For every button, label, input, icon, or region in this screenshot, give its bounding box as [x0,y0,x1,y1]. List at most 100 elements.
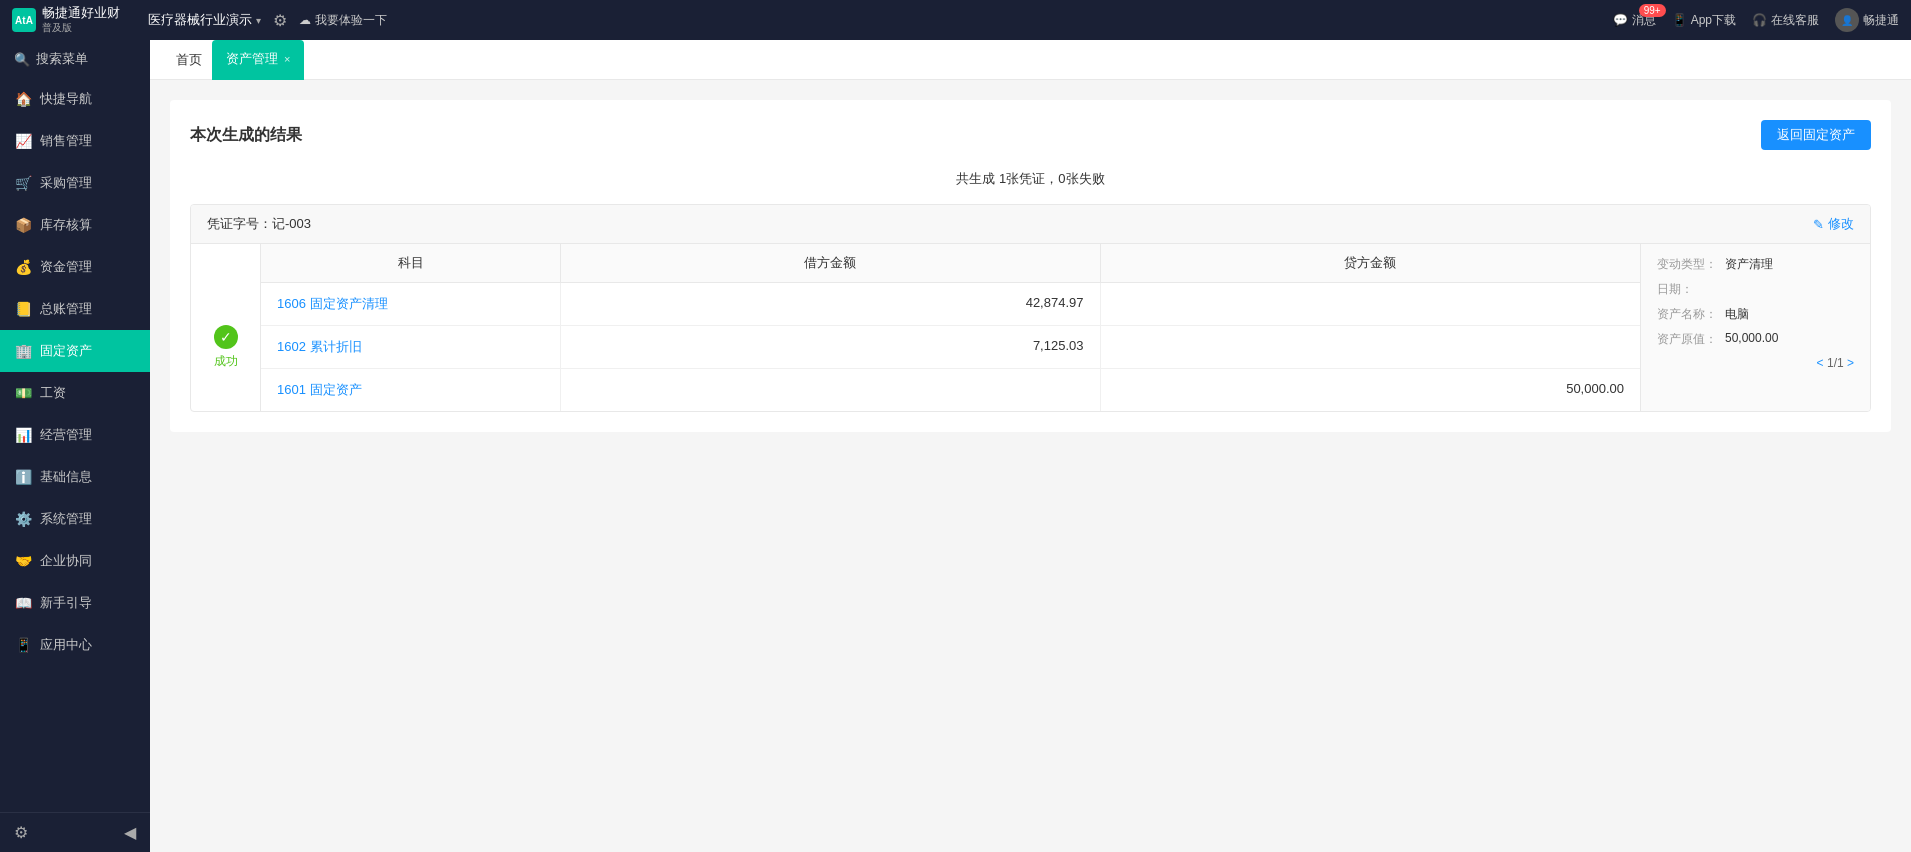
tab-active-label: 资产管理 [226,50,278,68]
sidebar-item-sales[interactable]: 📈 销售管理 [0,120,150,162]
sidebar: 🔍 搜索菜单 🏠 快捷导航 📈 销售管理 🛒 采购管理 📦 库存核算 💰 资金管… [0,40,150,852]
sidebar-item-purchase[interactable]: 🛒 采购管理 [0,162,150,204]
sidebar-item-basic-info[interactable]: ℹ️ 基础信息 [0,456,150,498]
content-area: 首页 资产管理 × 本次生成的结果 返回固定资产 共生成 1张凭证，0张失败 [150,40,1911,852]
voucher-card: 凭证字号：记-003 ✎ 修改 [190,204,1871,412]
sidebar-item-fixed-assets[interactable]: 🏢 固定资产 [0,330,150,372]
back-to-fixed-assets-button[interactable]: 返回固定资产 [1761,120,1871,150]
sidebar-footer: ⚙ ◀ [0,812,150,852]
fixed-assets-icon: 🏢 [14,342,32,360]
success-icon: ✓ [214,325,238,349]
header-right: 💬 消息 99+ 📱 App下载 🎧 在线客服 👤 畅捷通 [1613,8,1899,32]
data-rows: 1606 固定资产清理 42,874.97 1602 累计折旧 [261,283,1640,411]
edit-button[interactable]: ✎ 修改 [1813,215,1854,233]
sidebar-item-payroll[interactable]: 💵 工资 [0,372,150,414]
result-panel: 本次生成的结果 返回固定资产 共生成 1张凭证，0张失败 凭证字号：记-003 … [170,100,1891,432]
sidebar-label-fixed-assets: 固定资产 [40,342,92,360]
row2-subject[interactable]: 1602 累计折旧 [261,326,561,368]
row3-debit [561,369,1101,411]
row1-subject[interactable]: 1606 固定资产清理 [261,283,561,325]
table-header-row: 科目 借方金额 贷方金额 [191,244,1640,283]
row2-credit [1101,326,1641,368]
collapse-icon[interactable]: ◀ [124,823,136,842]
message-badge: 99+ [1639,4,1666,17]
header-left: AtA 畅捷通好业财 普及版 医疗器械行业演示 ▾ ⚙ ☁ 我要体验一下 [12,5,387,35]
ledger-icon: 📒 [14,300,32,318]
cloud-icon: ☁ [299,13,311,27]
app-name-block: 畅捷通好业财 普及版 [42,5,120,35]
home-tab-label: 首页 [176,51,202,69]
sidebar-item-operations[interactable]: 📊 经营管理 [0,414,150,456]
tab-bar: 首页 资产管理 × [150,40,1911,80]
sidebar-item-search[interactable]: 🔍 搜索菜单 [0,40,150,78]
settings-footer-icon[interactable]: ⚙ [14,823,28,842]
app-download-action[interactable]: 📱 App下载 [1672,12,1736,29]
enterprise-icon: 🤝 [14,552,32,570]
user-action[interactable]: 👤 畅捷通 [1835,8,1899,32]
tab-home[interactable]: 首页 [166,40,212,80]
purchase-icon: 🛒 [14,174,32,192]
app-name: 畅捷通好业财 [42,5,120,21]
sidebar-item-ledger[interactable]: 📒 总账管理 [0,288,150,330]
sidebar-label-system: 系统管理 [40,510,92,528]
info-change-type: 变动类型： 资产清理 [1657,256,1854,273]
headset-icon: 🎧 [1752,13,1767,27]
sidebar-label-ledger: 总账管理 [40,300,92,318]
page-info: 1/1 [1827,356,1847,370]
row3-subject-link[interactable]: 1601 固定资产 [277,382,362,397]
sidebar-label-operations: 经营管理 [40,426,92,444]
customer-service-action[interactable]: 🎧 在线客服 [1752,12,1819,29]
col-credit: 贷方金额 [1101,244,1641,282]
table-body: ✓ 成功 1606 固定资产清理 [191,283,1640,411]
sidebar-item-quick-nav[interactable]: 🏠 快捷导航 [0,78,150,120]
tab-close-icon[interactable]: × [284,53,290,65]
summary-text: 共生成 1张凭证，0张失败 [956,171,1104,186]
date-label: 日期： [1657,281,1693,298]
system-icon: ⚙️ [14,510,32,528]
download-icon: 📱 [1672,13,1687,27]
app-logo-icon: AtA [12,8,36,32]
inventory-icon: 📦 [14,216,32,234]
message-action[interactable]: 💬 消息 99+ [1613,12,1656,29]
sidebar-label-sales: 销售管理 [40,132,92,150]
pagination: < 1/1 > [1657,356,1854,370]
change-type-label: 变动类型： [1657,256,1717,273]
guide-icon: 📖 [14,594,32,612]
next-page-icon[interactable]: > [1847,356,1854,370]
info-date: 日期： [1657,281,1854,298]
status-header-spacer [191,244,261,283]
message-icon: 💬 [1613,13,1628,27]
tab-asset-management[interactable]: 资产管理 × [212,40,304,80]
sidebar-item-enterprise[interactable]: 🤝 企业协同 [0,540,150,582]
row2-subject-link[interactable]: 1602 累计折旧 [277,339,362,354]
sidebar-item-guide[interactable]: 📖 新手引导 [0,582,150,624]
sidebar-item-capital[interactable]: 💰 资金管理 [0,246,150,288]
info-asset-name: 资产名称： 电脑 [1657,306,1854,323]
company-selector[interactable]: 医疗器械行业演示 ▾ [148,11,261,29]
sidebar-item-app-center[interactable]: 📱 应用中心 [0,624,150,666]
app-edition: 普及版 [42,21,120,35]
sidebar-label-app-center: 应用中心 [40,636,92,654]
sales-icon: 📈 [14,132,32,150]
voucher-info-panel: 变动类型： 资产清理 日期： 资产名称： 电脑 [1640,244,1870,411]
row3-subject[interactable]: 1601 固定资产 [261,369,561,411]
prev-page-icon[interactable]: < [1817,356,1824,370]
sidebar-label-inventory: 库存核算 [40,216,92,234]
sidebar-label-enterprise: 企业协同 [40,552,92,570]
app-download-label: App下载 [1691,12,1736,29]
sidebar-item-system[interactable]: ⚙️ 系统管理 [0,498,150,540]
col-debit: 借方金额 [561,244,1101,282]
sidebar-item-inventory[interactable]: 📦 库存核算 [0,204,150,246]
user-label: 畅捷通 [1863,12,1899,29]
settings-icon[interactable]: ⚙ [269,7,291,34]
table-header: 科目 借方金额 贷方金额 [261,244,1640,283]
feedback-button[interactable]: ☁ 我要体验一下 [299,12,387,29]
sidebar-label-purchase: 采购管理 [40,174,92,192]
operations-icon: 📊 [14,426,32,444]
top-header: AtA 畅捷通好业财 普及版 医疗器械行业演示 ▾ ⚙ ☁ 我要体验一下 💬 消… [0,0,1911,40]
sidebar-label-payroll: 工资 [40,384,66,402]
main-layout: 🔍 搜索菜单 🏠 快捷导航 📈 销售管理 🛒 采购管理 📦 库存核算 💰 资金管… [0,40,1911,852]
row1-subject-link[interactable]: 1606 固定资产清理 [277,296,388,311]
sidebar-search-label: 搜索菜单 [36,50,88,68]
page-title: 本次生成的结果 [190,125,302,146]
